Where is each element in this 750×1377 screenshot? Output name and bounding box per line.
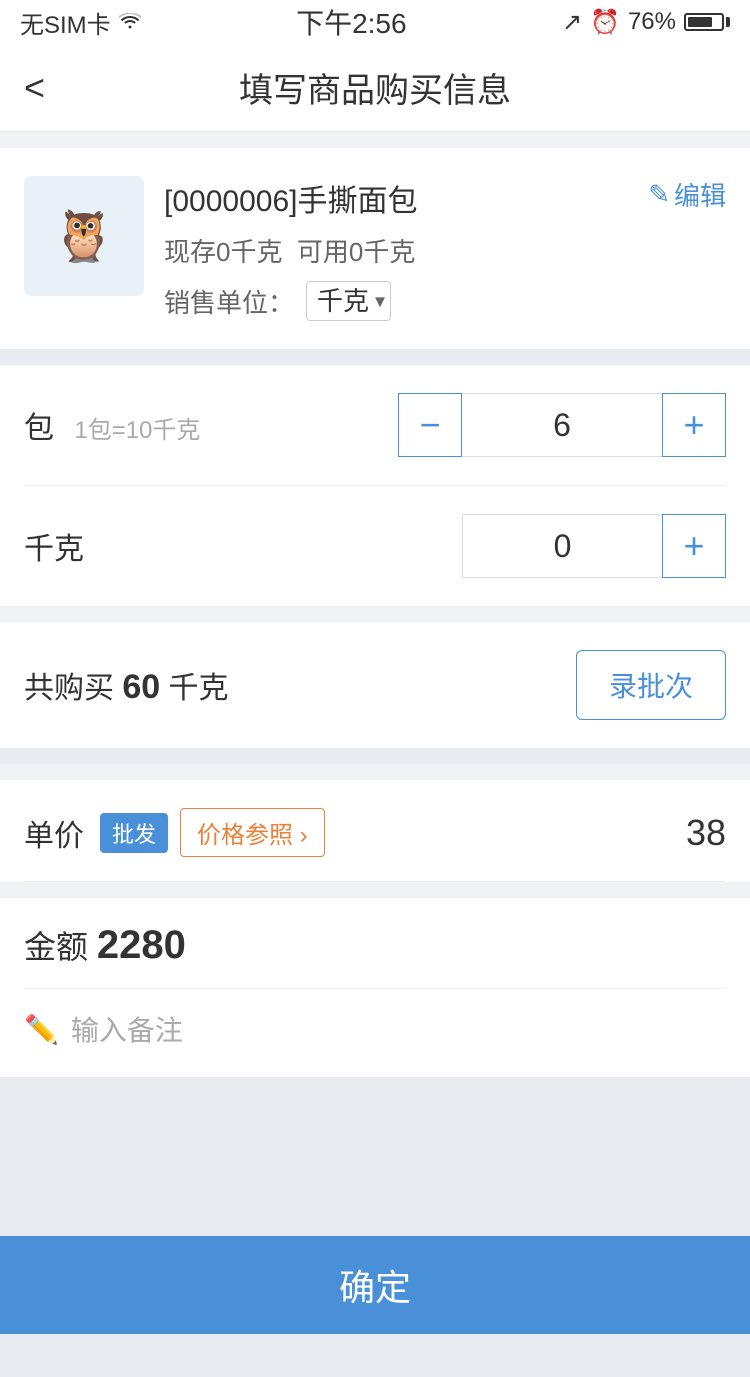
- total-amount: 60: [122, 668, 160, 706]
- product-info: [0000006]手撕面包 ✎ 编辑 现存0千克 可用0千克 销售单位： 千克: [164, 176, 726, 321]
- price-value: 38: [686, 812, 726, 854]
- status-bar: 无SIM卡 下午2:56 ↗ ⏰ 76%: [0, 0, 750, 44]
- bag-quantity-control: − +: [398, 393, 726, 457]
- product-name: [0000006]手撕面包: [164, 176, 648, 220]
- note-pencil-icon: ✏️: [24, 1013, 59, 1046]
- total-unit: 千克: [169, 672, 229, 705]
- page-title: 填写商品购买信息: [239, 63, 511, 112]
- total-prefix: 共购买: [24, 672, 114, 705]
- input-section: 包 1包=10千克 − + 千克 +: [0, 365, 750, 606]
- bag-increment-button[interactable]: +: [662, 393, 726, 457]
- product-thumbnail-icon: 🦉: [53, 207, 115, 266]
- unit-label: 销售单位：: [164, 283, 294, 320]
- kg-quantity-input[interactable]: [462, 514, 662, 578]
- price-section: 单价 批发 价格参照 › 38: [0, 780, 750, 882]
- bag-decrement-button[interactable]: −: [398, 393, 462, 457]
- battery-percent: 76%: [628, 8, 676, 36]
- price-reference-button[interactable]: 价格参照 ›: [180, 808, 325, 857]
- section-divider-1: [0, 349, 750, 365]
- note-placeholder: 输入备注: [71, 1009, 183, 1049]
- unit-select[interactable]: 千克: [306, 281, 391, 321]
- record-batch-button[interactable]: 录批次: [576, 650, 726, 720]
- kg-input-row: 千克 +: [24, 486, 726, 606]
- status-left: 无SIM卡: [20, 5, 141, 40]
- product-card: 🦉 [0000006]手撕面包 ✎ 编辑 现存0千克 可用0千克 销售单位： 千…: [0, 148, 750, 349]
- bag-quantity-input[interactable]: [462, 393, 662, 457]
- note-row[interactable]: ✏️ 输入备注: [24, 988, 726, 1077]
- amount-row: 金额 2280: [24, 922, 726, 988]
- unit-select-wrap[interactable]: 千克: [306, 281, 391, 321]
- price-label: 单价: [24, 811, 84, 855]
- confirm-button[interactable]: 确定: [0, 1236, 750, 1334]
- back-button[interactable]: <: [24, 67, 45, 109]
- bag-label: 包 1包=10千克: [24, 403, 398, 447]
- status-right: ↗ ⏰ 76%: [562, 8, 730, 37]
- price-row: 单价 批发 价格参照 › 38: [24, 808, 726, 882]
- location-icon: ↗: [562, 8, 582, 37]
- bag-hint: 1包=10千克: [74, 417, 200, 444]
- edit-label: 编辑: [674, 176, 726, 213]
- kg-increment-button[interactable]: +: [662, 514, 726, 578]
- page-header: < 填写商品购买信息: [0, 44, 750, 132]
- kg-quantity-control: +: [462, 514, 726, 578]
- amount-value: 2280: [97, 923, 186, 967]
- alarm-icon: ⏰: [590, 8, 620, 37]
- battery-icon: [684, 13, 730, 31]
- wifi-icon: [119, 8, 141, 36]
- product-unit-row: 销售单位： 千克: [164, 281, 726, 321]
- amount-label: 金额: [24, 929, 88, 965]
- edit-icon: ✎: [648, 179, 670, 210]
- price-type-tag: 批发: [100, 813, 168, 853]
- edit-button[interactable]: ✎ 编辑: [648, 176, 726, 213]
- kg-label: 千克: [24, 524, 462, 568]
- total-text: 共购买 60 千克: [24, 663, 229, 707]
- amount-section: 金额 2280 ✏️ 输入备注: [0, 898, 750, 1077]
- product-name-row: [0000006]手撕面包 ✎ 编辑: [164, 176, 726, 220]
- product-image: 🦉: [24, 176, 144, 296]
- section-divider-2: [0, 748, 750, 764]
- carrier-text: 无SIM卡: [20, 5, 111, 40]
- bag-input-row: 包 1包=10千克 − +: [24, 365, 726, 486]
- status-time: 下午2:56: [296, 2, 407, 42]
- total-section: 共购买 60 千克 录批次: [0, 622, 750, 748]
- product-stock: 现存0千克 可用0千克: [164, 232, 726, 269]
